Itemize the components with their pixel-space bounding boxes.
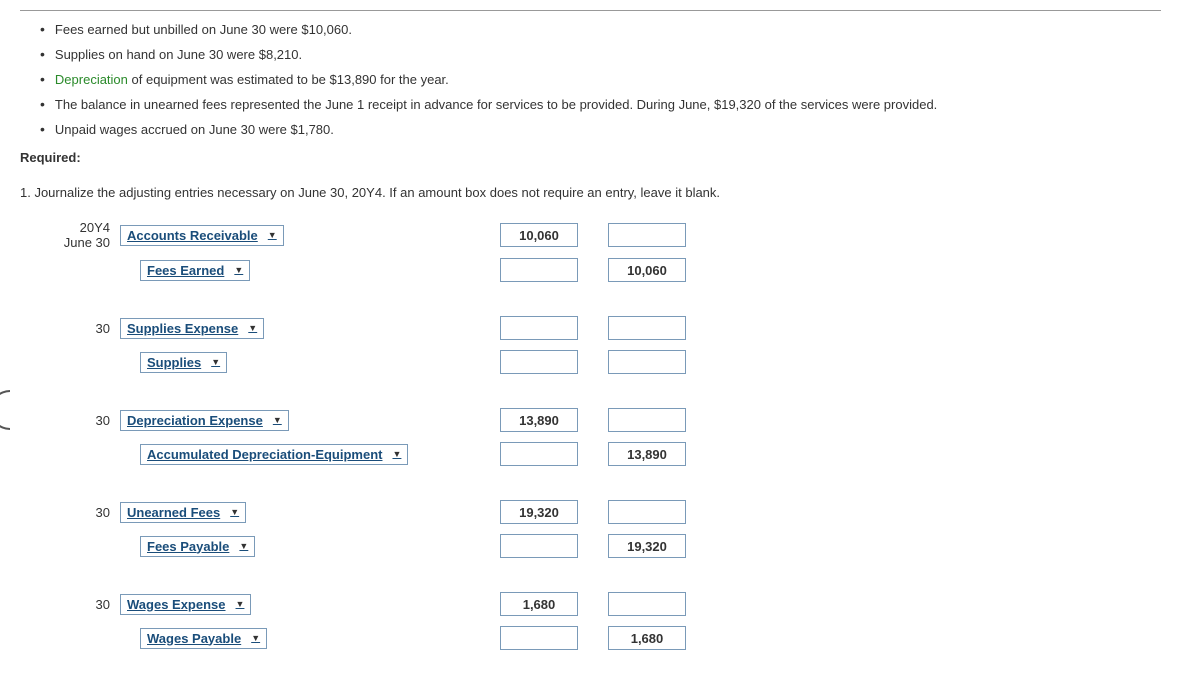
debit-input[interactable] — [500, 442, 578, 466]
chevron-down-icon: ▼ — [268, 230, 277, 240]
account-dropdown[interactable]: Depreciation Expense▼ — [120, 410, 289, 431]
chevron-down-icon: ▼ — [236, 599, 245, 609]
bullet-item: The balance in unearned fees represented… — [40, 94, 1161, 115]
date-year: 20Y4 June 30 — [40, 220, 120, 250]
account-dropdown[interactable]: Wages Payable▼ — [140, 628, 267, 649]
account-dropdown[interactable]: Unearned Fees▼ — [120, 502, 246, 523]
account-dropdown[interactable]: Fees Earned▼ — [140, 260, 250, 281]
date-day: 30 — [40, 321, 120, 336]
credit-input[interactable] — [608, 223, 686, 247]
account-dropdown[interactable]: Supplies▼ — [140, 352, 227, 373]
credit-input[interactable] — [608, 592, 686, 616]
account-dropdown[interactable]: Accounts Receivable▼ — [120, 225, 284, 246]
credit-input[interactable]: 10,060 — [608, 258, 686, 282]
credit-input[interactable]: 19,320 — [608, 534, 686, 558]
credit-input[interactable]: 13,890 — [608, 442, 686, 466]
debit-input[interactable] — [500, 350, 578, 374]
account-dropdown[interactable]: Accumulated Depreciation-Equipment▼ — [140, 444, 408, 465]
chevron-down-icon: ▼ — [248, 323, 257, 333]
chevron-down-icon: ▼ — [211, 357, 220, 367]
bullet-list: Fees earned but unbilled on June 30 were… — [20, 19, 1161, 140]
debit-input[interactable] — [500, 258, 578, 282]
bullet-item: Depreciation of equipment was estimated … — [40, 69, 1161, 90]
bullet-item: Supplies on hand on June 30 were $8,210. — [40, 44, 1161, 65]
credit-input[interactable] — [608, 350, 686, 374]
chevron-down-icon: ▼ — [392, 449, 401, 459]
debit-input[interactable]: 10,060 — [500, 223, 578, 247]
debit-input[interactable] — [500, 534, 578, 558]
credit-input[interactable] — [608, 408, 686, 432]
account-dropdown[interactable]: Fees Payable▼ — [140, 536, 255, 557]
chevron-down-icon: ▼ — [251, 633, 260, 643]
account-dropdown[interactable]: Supplies Expense▼ — [120, 318, 264, 339]
debit-input[interactable] — [500, 316, 578, 340]
date-day: 30 — [40, 597, 120, 612]
credit-input[interactable] — [608, 500, 686, 524]
bullet-item: Unpaid wages accrued on June 30 were $1,… — [40, 119, 1161, 140]
side-decoration — [0, 390, 10, 430]
question-text: 1. Journalize the adjusting entries nece… — [20, 185, 1161, 200]
debit-input[interactable]: 13,890 — [500, 408, 578, 432]
chevron-down-icon: ▼ — [234, 265, 243, 275]
credit-input[interactable] — [608, 316, 686, 340]
bullet-item: Fees earned but unbilled on June 30 were… — [40, 19, 1161, 40]
chevron-down-icon: ▼ — [273, 415, 282, 425]
debit-input[interactable]: 19,320 — [500, 500, 578, 524]
date-day: 30 — [40, 505, 120, 520]
journal-entries: 20Y4 June 30 Accounts Receivable▼ 10,060… — [20, 220, 1161, 652]
required-label: Required: — [20, 150, 1161, 165]
chevron-down-icon: ▼ — [239, 541, 248, 551]
account-dropdown[interactable]: Wages Expense▼ — [120, 594, 251, 615]
date-day: 30 — [40, 413, 120, 428]
chevron-down-icon: ▼ — [230, 507, 239, 517]
debit-input[interactable]: 1,680 — [500, 592, 578, 616]
debit-input[interactable] — [500, 626, 578, 650]
credit-input[interactable]: 1,680 — [608, 626, 686, 650]
